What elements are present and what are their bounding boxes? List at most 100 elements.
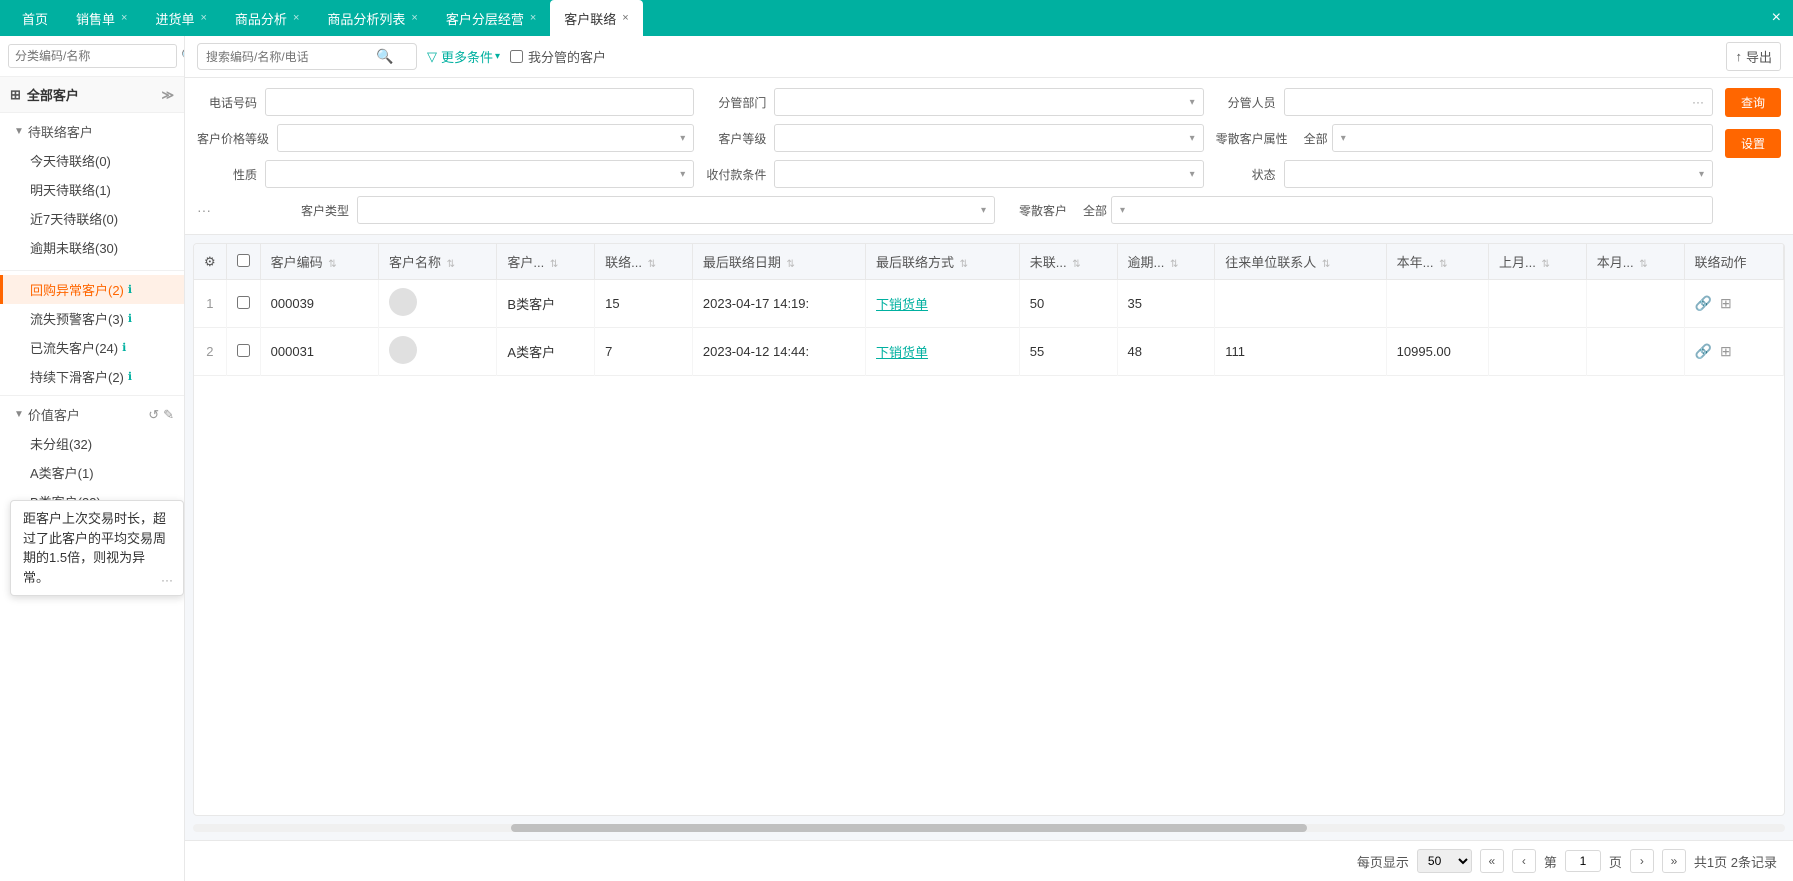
retail-customer-select[interactable]: ▾	[1111, 196, 1713, 224]
sidebar-7days-label: 近7天待联络(0)	[30, 212, 118, 227]
action-link-icon-1[interactable]: 🔗	[1695, 295, 1712, 312]
last-method-link-1[interactable]: 下销货单	[876, 297, 928, 312]
nav-close-icon[interactable]: ×	[293, 12, 299, 24]
th-settings[interactable]: ⚙	[194, 244, 226, 280]
th-this-month[interactable]: 本月... ⇅	[1586, 244, 1684, 280]
filter-payment: 收付款条件 ▾	[706, 160, 1203, 188]
next-page-button[interactable]: ›	[1630, 849, 1654, 873]
price-level-label: 客户价格等级	[197, 130, 269, 147]
sidebar-collapse-button[interactable]: ≫	[161, 88, 174, 102]
more-conditions-button[interactable]: ▽ 更多条件 ▾	[427, 47, 500, 66]
sidebar-search-input[interactable]	[8, 44, 177, 68]
th-overdue[interactable]: 逾期... ⇅	[1117, 244, 1215, 280]
row-last-method-1[interactable]: 下销货单	[866, 280, 1020, 328]
nav-item-sales[interactable]: 销售单 ×	[62, 0, 141, 36]
sidebar-item-churn-warning[interactable]: 流失预警客户(3) ℹ	[0, 304, 184, 333]
first-page-button[interactable]: «	[1480, 849, 1504, 873]
edit-icon[interactable]: ✎	[163, 407, 174, 423]
dept-select[interactable]: ▾	[774, 88, 1203, 116]
nav-item-home[interactable]: 首页	[8, 0, 62, 36]
retail-customer-inline-label: 全部	[1083, 202, 1107, 219]
filter-status: 状态 ▾	[1216, 160, 1713, 188]
person-input[interactable]: ···	[1284, 88, 1713, 116]
sidebar-item-churned[interactable]: 已流失客户(24) ℹ	[0, 333, 184, 362]
customer-type-select[interactable]: ▾	[357, 196, 995, 224]
payment-select[interactable]: ▾	[774, 160, 1203, 188]
last-method-link-2[interactable]: 下销货单	[876, 345, 928, 360]
customer-level-select[interactable]: ▾	[774, 124, 1203, 152]
setting-button[interactable]: 设置	[1725, 129, 1781, 158]
th-checkbox[interactable]	[226, 244, 260, 280]
filter-bar: 🔍 ▽ 更多条件 ▾ 我分管的客户 ↑ 导出	[185, 36, 1793, 78]
th-name[interactable]: 客户名称 ⇅	[379, 244, 497, 280]
th-type[interactable]: 客户... ⇅	[497, 244, 595, 280]
retail-attr-select[interactable]: ▾	[1332, 124, 1713, 152]
action-grid-icon-1[interactable]: ⊞	[1720, 295, 1732, 312]
page-number-input[interactable]	[1565, 850, 1601, 872]
table-header: ⚙ 客户编码 ⇅ 客户名称 ⇅ 客户... ⇅ 联络... ⇅ 最后联络日期 ⇅…	[194, 244, 1784, 280]
window-close-icon[interactable]: ×	[1772, 9, 1781, 27]
row-select-1[interactable]	[237, 296, 250, 309]
export-button[interactable]: ↑ 导出	[1726, 42, 1781, 71]
nav-customer-tier-label: 客户分层经营	[446, 9, 524, 28]
more-dots-icon[interactable]: ···	[197, 202, 211, 218]
prev-page-button[interactable]: ‹	[1512, 849, 1536, 873]
sidebar-item-7days[interactable]: 近7天待联络(0)	[0, 204, 184, 233]
th-uncontacted[interactable]: 未联... ⇅	[1019, 244, 1117, 280]
sidebar-item-tomorrow[interactable]: 明天待联络(1)	[0, 175, 184, 204]
horizontal-scrollbar[interactable]	[193, 824, 1785, 832]
nav-close-icon[interactable]: ×	[411, 12, 417, 24]
th-last-month[interactable]: 上月... ⇅	[1489, 244, 1587, 280]
total-pages-label: 页	[1609, 852, 1622, 871]
filter-price-level: 客户价格等级 ▾	[197, 124, 694, 152]
tooltip-box: 距客户上次交易时长，超过了此客户的平均交易周期的1.5倍，则视为异常。	[10, 500, 184, 596]
th-last-date[interactable]: 最后联络日期 ⇅	[692, 244, 865, 280]
row-checkbox-1[interactable]	[226, 280, 260, 328]
nav-close-icon[interactable]: ×	[530, 12, 536, 24]
nav-item-product-analysis[interactable]: 商品分析 ×	[221, 0, 313, 36]
query-button[interactable]: 查询	[1725, 88, 1781, 117]
nav-item-customer-tier[interactable]: 客户分层经营 ×	[432, 0, 550, 36]
scrollbar-thumb[interactable]	[511, 824, 1307, 832]
sidebar-item-ungrouped[interactable]: 未分组(32)	[0, 429, 184, 458]
nav-close-active-icon[interactable]: ×	[622, 12, 628, 24]
nav-item-product-list[interactable]: 商品分析列表 ×	[313, 0, 431, 36]
th-last-method[interactable]: 最后联络方式 ⇅	[866, 244, 1020, 280]
refresh-icon[interactable]: ↺	[148, 407, 159, 423]
phone-input[interactable]	[265, 88, 694, 116]
row-select-2[interactable]	[237, 344, 250, 357]
row-last-method-2[interactable]: 下销货单	[866, 328, 1020, 376]
select-all-checkbox[interactable]	[237, 254, 250, 267]
search-icon[interactable]: 🔍	[376, 48, 393, 65]
sidebar-item-declining[interactable]: 持续下滑客户(2) ℹ	[0, 362, 184, 391]
action-buttons: 查询 设置	[1725, 88, 1781, 158]
th-contact-count[interactable]: 联络... ⇅	[595, 244, 693, 280]
my-customer-checkbox[interactable]	[510, 50, 523, 63]
nav-item-customer-contact[interactable]: 客户联络 ×	[550, 0, 642, 36]
status-select[interactable]: ▾	[1284, 160, 1713, 188]
sidebar-item-overdue[interactable]: 逾期未联络(30)	[0, 233, 184, 262]
last-page-button[interactable]: »	[1662, 849, 1686, 873]
nav-close-icon[interactable]: ×	[121, 12, 127, 24]
search-input[interactable]	[206, 50, 376, 64]
nav-close-icon[interactable]: ×	[200, 12, 206, 24]
th-code[interactable]: 客户编码 ⇅	[260, 244, 378, 280]
nature-select[interactable]: ▾	[265, 160, 694, 188]
per-page-select[interactable]: 50 100 200	[1417, 849, 1472, 873]
th-this-year[interactable]: 本年... ⇅	[1386, 244, 1488, 280]
sidebar-item-today[interactable]: 今天待联络(0)	[0, 146, 184, 175]
table-row: 2 000031 A类客户 7 2023-04-12 14:44: 下销货单 5…	[194, 328, 1784, 376]
sidebar-item-class-a[interactable]: A类客户(1)	[0, 458, 184, 487]
action-link-icon-2[interactable]: 🔗	[1695, 343, 1712, 360]
sidebar-group-pending-title[interactable]: ▼ 待联络客户	[0, 117, 184, 146]
filter-row-2: 客户价格等级 ▾ 客户等级 ▾	[197, 124, 1713, 152]
th-contact-person[interactable]: 往来单位联系人 ⇅	[1215, 244, 1386, 280]
nav-item-purchase[interactable]: 进货单 ×	[141, 0, 220, 36]
row-checkbox-2[interactable]	[226, 328, 260, 376]
chevron-down-icon-retail2: ▾	[1120, 205, 1125, 216]
pagination-bar: 每页显示 50 100 200 « ‹ 第 页 › » 共1页 2条记录	[185, 840, 1793, 881]
sidebar-all-customers-header[interactable]: ⊞ 全部客户 ≫	[0, 77, 184, 113]
price-level-select[interactable]: ▾	[277, 124, 694, 152]
action-grid-icon-2[interactable]: ⊞	[1720, 343, 1732, 360]
sidebar-item-repurchase-anomaly[interactable]: 回购异常客户(2) ℹ	[0, 275, 184, 304]
